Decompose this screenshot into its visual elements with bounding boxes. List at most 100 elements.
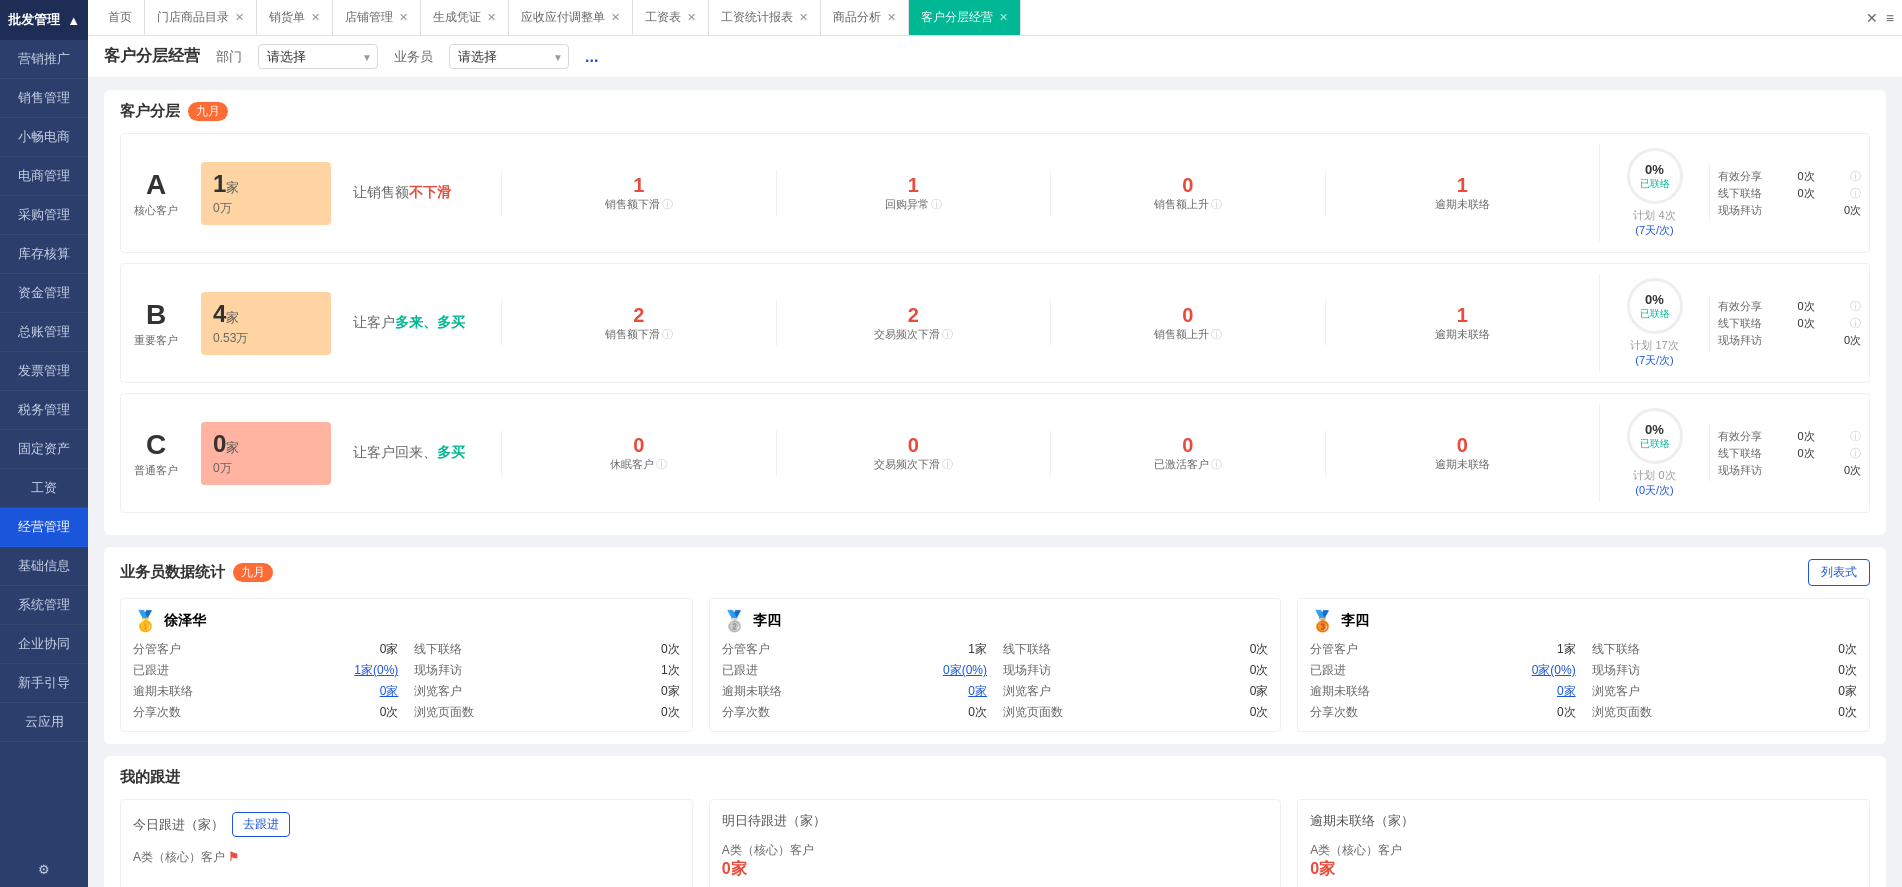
filter-bar: 客户分层经营 部门 请选择 业务员 请选择 ... — [88, 36, 1902, 78]
tab-payroll[interactable]: 工资表 ✕ — [633, 0, 709, 36]
sidebar-item-marketing[interactable]: 营销推广 — [0, 40, 88, 79]
tier-a-stat-1: 1 销售额下滑 ⓘ — [501, 170, 776, 216]
sidebar: 批发管理 ▲ 营销推广 销售管理 小畅电商 电商管理 采购管理 库存核算 资金管… — [0, 0, 88, 887]
staff-stat-row: 浏览客户 0家 — [414, 683, 679, 700]
staff-stat-row: 分享次数 0次 — [133, 704, 398, 721]
tab-voucher[interactable]: 生成凭证 ✕ — [421, 0, 509, 36]
sidebar-item-inventory[interactable]: 库存核算 — [0, 235, 88, 274]
tab-sales-order[interactable]: 销货单 ✕ — [257, 0, 333, 36]
tab-close-sales-order[interactable]: ✕ — [311, 11, 320, 24]
tier-a-stat-3: 0 销售额上升 ⓘ — [1050, 170, 1325, 216]
staff-name-2: 🥈 李四 — [722, 609, 1269, 633]
tab-product-analysis[interactable]: 商品分析 ✕ — [821, 0, 909, 36]
staff-label: 业务员 — [394, 48, 433, 66]
tab-payroll-report[interactable]: 工资统计报表 ✕ — [709, 0, 821, 36]
sidebar-item-management[interactable]: 经营管理 — [0, 508, 88, 547]
staff-medal-1: 🥇 — [133, 609, 158, 633]
tab-close-ar[interactable]: ✕ — [611, 11, 620, 24]
sidebar-item-basic[interactable]: 基础信息 — [0, 547, 88, 586]
tab-close-payroll[interactable]: ✕ — [687, 11, 696, 24]
tier-c-slogan: 让客户回来、多买 — [341, 444, 501, 462]
followup-grid: 今日跟进（家） 去跟进 A类（核心）客户 ⚑ 明日待跟进（家） A类（核心）客户… — [120, 799, 1870, 887]
staff-stats-grid-3: 分管客户 1家 线下联络 0次 已跟进 0家(0%) 现场拜访 — [1310, 641, 1857, 721]
sidebar-item-cloud[interactable]: 云应用 — [0, 703, 88, 742]
tabs-actions: ✕ ≡ — [1866, 10, 1894, 26]
sidebar-item-system[interactable]: 系统管理 — [0, 586, 88, 625]
staff-name-1: 🥇 徐泽华 — [133, 609, 680, 633]
staff-stat-row: 分管客户 0家 — [133, 641, 398, 658]
staff-medal-2: 🥈 — [722, 609, 747, 633]
staff-select-wrap: 请选择 — [449, 44, 569, 69]
staff-stat-row: 线下联络 0次 — [414, 641, 679, 658]
page-title: 客户分层经营 — [104, 46, 200, 67]
sidebar-item-enterprise[interactable]: 企业协同 — [0, 625, 88, 664]
main-area: 首页 门店商品目录 ✕ 销货单 ✕ 店铺管理 ✕ 生成凭证 ✕ 应收应付调整单 … — [88, 0, 1902, 887]
sidebar-item-small-ecommerce[interactable]: 小畅电商 — [0, 118, 88, 157]
tomorrow-count: 0家 — [722, 859, 1269, 880]
tier-b-stat-1: 2 销售额下滑 ⓘ — [501, 300, 776, 346]
staff-name-3: 🥉 李四 — [1310, 609, 1857, 633]
dept-label: 部门 — [216, 48, 242, 66]
staff-grid: 🥇 徐泽华 分管客户 0家 线下联络 0次 已跟进 — [120, 598, 1870, 732]
sidebar-item-hr[interactable]: 工资 — [0, 469, 88, 508]
followup-title: 我的跟进 — [120, 768, 1870, 787]
staff-stats-header: 业务员数据统计 九月 列表式 — [120, 559, 1870, 586]
tab-close-voucher[interactable]: ✕ — [487, 11, 496, 24]
sidebar-expand-icon[interactable]: ▲ — [67, 13, 80, 28]
sidebar-item-sales[interactable]: 销售管理 — [0, 79, 88, 118]
tier-a-stat-2: 1 回购异常 ⓘ — [776, 170, 1051, 216]
tab-customer-tier[interactable]: 客户分层经营 ✕ — [909, 0, 1021, 36]
tab-close-customer-tier[interactable]: ✕ — [999, 11, 1008, 24]
sidebar-item-invoice[interactable]: 发票管理 — [0, 352, 88, 391]
sidebar-title: 批发管理 — [8, 11, 60, 29]
sidebar-item-finance[interactable]: 资金管理 — [0, 274, 88, 313]
tier-c-stat-4: 0 逾期未联络 — [1325, 430, 1600, 476]
sidebar-item-guide[interactable]: 新手引导 — [0, 664, 88, 703]
tab-close-product-analysis[interactable]: ✕ — [887, 11, 896, 24]
sidebar-item-ecommerce[interactable]: 电商管理 — [0, 157, 88, 196]
sidebar-item-assets[interactable]: 固定资产 — [0, 430, 88, 469]
tier-a-slogan: 让销售额不下滑 — [341, 184, 501, 202]
gear-icon: ⚙ — [38, 862, 50, 877]
today-followup-label: 今日跟进（家） — [133, 816, 224, 834]
tier-c-right-stats: 有效分享0次ⓘ 线下联络0次ⓘ 现场拜访0次 — [1709, 425, 1869, 482]
followup-today: 今日跟进（家） 去跟进 A类（核心）客户 ⚑ — [120, 799, 693, 887]
tier-c-stat-1: 0 休眠客户 ⓘ — [501, 430, 776, 476]
sidebar-item-general[interactable]: 总账管理 — [0, 313, 88, 352]
tier-b-count: 4家 0.53万 — [201, 292, 331, 355]
sidebar-item-tax[interactable]: 税务管理 — [0, 391, 88, 430]
goto-followup-button[interactable]: 去跟进 — [232, 812, 290, 837]
tab-close-store-products[interactable]: ✕ — [235, 11, 244, 24]
staff-stats-month: 九月 — [233, 563, 273, 582]
tab-home[interactable]: 首页 — [96, 0, 145, 36]
staff-stat-row: 已跟进 1家(0%) — [133, 662, 398, 679]
close-all-icon[interactable]: ✕ — [1866, 10, 1878, 26]
tab-close-store-mgmt[interactable]: ✕ — [399, 11, 408, 24]
followup-overdue: 逾期未联络（家） A类（核心）客户 0家 — [1297, 799, 1870, 887]
tab-ar[interactable]: 应收应付调整单 ✕ — [509, 0, 633, 36]
tier-b-stat-4: 1 逾期未联络 — [1325, 300, 1600, 346]
more-filters-btn[interactable]: ... — [585, 48, 598, 66]
tier-c-stat-2: 0 交易频次下滑 ⓘ — [776, 430, 1051, 476]
tier-b-label: B 重要客户 — [121, 299, 191, 348]
staff-stats-section: 业务员数据统计 九月 列表式 🥇 徐泽华 分管客户 0家 — [104, 547, 1886, 744]
sidebar-settings[interactable]: ⚙ — [0, 852, 88, 887]
list-view-button[interactable]: 列表式 — [1808, 559, 1870, 586]
today-followup-customer-type: A类（核心）客户 ⚑ — [133, 845, 680, 866]
staff-stats-grid-1: 分管客户 0家 线下联络 0次 已跟进 1家(0%) 现场拜访 — [133, 641, 680, 721]
tier-row-a: A 核心客户 1家 0万 让销售额不下滑 1 销售额下滑 ⓘ 1 回购异常 ⓘ — [120, 133, 1870, 253]
tabs-more-icon[interactable]: ≡ — [1886, 10, 1894, 26]
tab-close-payroll-report[interactable]: ✕ — [799, 11, 808, 24]
staff-stats-grid-2: 分管客户 1家 线下联络 0次 已跟进 0家(0%) 现场拜访 — [722, 641, 1269, 721]
staff-select[interactable]: 请选择 — [449, 44, 569, 69]
tab-store-products[interactable]: 门店商品目录 ✕ — [145, 0, 257, 36]
sidebar-item-purchase[interactable]: 采购管理 — [0, 196, 88, 235]
tier-b-slogan: 让客户多来、多买 — [341, 314, 501, 332]
staff-stat-row: 浏览页面数 0次 — [414, 704, 679, 721]
staff-stat-row: 逾期未联络 0家 — [133, 683, 398, 700]
tab-store-mgmt[interactable]: 店铺管理 ✕ — [333, 0, 421, 36]
tier-b-stat-3: 0 销售额上升 ⓘ — [1050, 300, 1325, 346]
customer-tiers-header: 客户分层 九月 — [120, 102, 1870, 121]
staff-stat-row: 现场拜访 1次 — [414, 662, 679, 679]
dept-select[interactable]: 请选择 — [258, 44, 378, 69]
